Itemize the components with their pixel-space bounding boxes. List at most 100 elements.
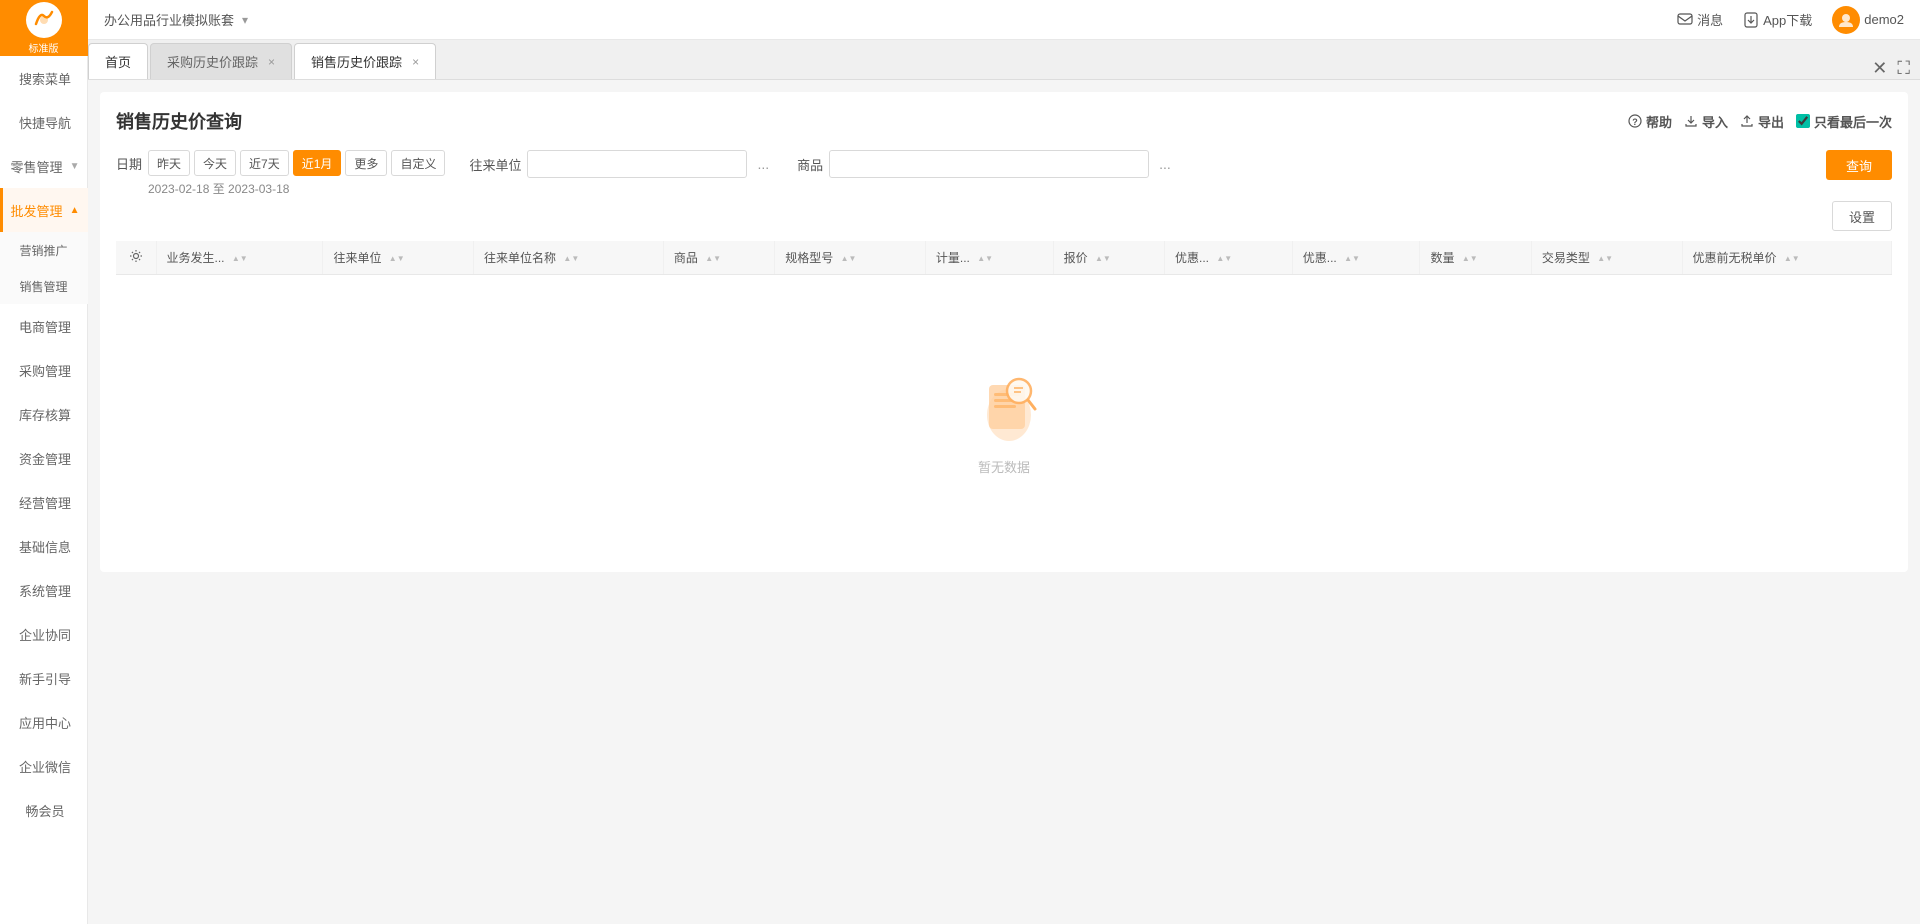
sidebar-item-label: 搜索菜单 bbox=[19, 69, 71, 88]
th-discount1[interactable]: 优惠... ▲▼ bbox=[1165, 241, 1293, 275]
sidebar-item-system[interactable]: 系统管理 bbox=[0, 568, 88, 612]
th-quantity[interactable]: 数量 ▲▼ bbox=[1420, 241, 1531, 275]
tab-sales-close[interactable]: × bbox=[412, 55, 419, 69]
th-product[interactable]: 商品 ▲▼ bbox=[663, 241, 774, 275]
th-counterpart-name[interactable]: 往来单位名称 ▲▼ bbox=[474, 241, 664, 275]
date-btn-7days[interactable]: 近7天 bbox=[240, 150, 289, 176]
tab-home[interactable]: 首页 bbox=[88, 43, 148, 79]
sidebar-item-finance[interactable]: 资金管理 bbox=[0, 436, 88, 480]
th-unit[interactable]: 计量... ▲▼ bbox=[925, 241, 1053, 275]
date-btn-custom[interactable]: 自定义 bbox=[391, 150, 445, 176]
sidebar-item-label: 采购管理 bbox=[19, 361, 71, 380]
sidebar-logo-text: 标准版 bbox=[29, 40, 59, 55]
sidebar-item-label: 畅会员 bbox=[25, 801, 64, 820]
message-icon bbox=[1677, 12, 1693, 28]
topbar-left: 办公用品行业模拟账套 ▾ bbox=[104, 10, 248, 29]
sidebar-item-retail[interactable]: 零售管理 ▼ bbox=[0, 144, 88, 188]
date-btn-today[interactable]: 今天 bbox=[194, 150, 236, 176]
import-button[interactable]: 导入 bbox=[1684, 112, 1728, 131]
help-button[interactable]: ? 帮助 bbox=[1628, 112, 1672, 131]
sidebar-item-search[interactable]: 搜索菜单 bbox=[0, 56, 88, 100]
main-area: 办公用品行业模拟账套 ▾ 消息 App下载 demo2 首页 bbox=[88, 0, 1920, 924]
topbar: 办公用品行业模拟账套 ▾ 消息 App下载 demo2 bbox=[88, 0, 1920, 40]
sidebar-item-label: 企业协同 bbox=[19, 625, 71, 644]
sort-icon: ▲▼ bbox=[705, 255, 721, 263]
only-last-checkbox-label[interactable]: 只看最后一次 bbox=[1796, 112, 1892, 131]
user-avatar-button[interactable]: demo2 bbox=[1832, 6, 1904, 34]
counterpart-more-btn[interactable]: ... bbox=[753, 156, 773, 172]
sidebar-item-wholesale[interactable]: 批发管理 ▲ bbox=[0, 188, 88, 232]
topbar-title: 办公用品行业模拟账套 bbox=[104, 10, 234, 29]
sidebar-item-operations[interactable]: 经营管理 bbox=[0, 480, 88, 524]
th-spec[interactable]: 规格型号 ▲▼ bbox=[775, 241, 926, 275]
settings-button[interactable]: 设置 bbox=[1832, 201, 1892, 231]
th-counterpart-code[interactable]: 往来单位 ▲▼ bbox=[323, 241, 474, 275]
page-title: 销售历史价查询 bbox=[116, 108, 242, 134]
tab-sales-label: 销售历史价跟踪 bbox=[311, 52, 402, 71]
sidebar-logo[interactable]: 标准版 bbox=[0, 0, 88, 56]
sidebar-item-label: 基础信息 bbox=[19, 537, 71, 556]
product-more-btn[interactable]: ... bbox=[1155, 156, 1175, 172]
product-input[interactable] bbox=[829, 150, 1149, 178]
data-table: 业务发生... ▲▼ 往来单位 ▲▼ 往来单位名称 ▲▼ bbox=[116, 241, 1892, 275]
import-icon bbox=[1684, 114, 1698, 128]
query-button[interactable]: 查询 bbox=[1826, 150, 1892, 180]
tab-purchase-close[interactable]: × bbox=[268, 55, 275, 69]
sidebar-item-newcomer[interactable]: 新手引导 bbox=[0, 656, 88, 700]
topbar-dropdown-icon[interactable]: ▾ bbox=[242, 13, 248, 27]
sort-icon: ▲▼ bbox=[1095, 255, 1111, 263]
th-discount2[interactable]: 优惠... ▲▼ bbox=[1292, 241, 1420, 275]
date-filter: 日期 昨天 今天 近7天 近1月 更多 自定义 2023-02-18 至 202… bbox=[116, 150, 445, 197]
page-title-actions: ? 帮助 导入 导出 只看最后一次 bbox=[1628, 112, 1892, 131]
sidebar-item-ecommerce[interactable]: 电商管理 bbox=[0, 304, 88, 348]
app-download-button[interactable]: App下载 bbox=[1743, 10, 1812, 29]
only-last-checkbox[interactable] bbox=[1796, 114, 1810, 128]
th-trade-type[interactable]: 交易类型 ▲▼ bbox=[1531, 241, 1682, 275]
filter-actions: 查询 bbox=[1826, 150, 1892, 180]
date-btn-1month[interactable]: 近1月 bbox=[293, 150, 342, 176]
sort-icon: ▲▼ bbox=[389, 255, 405, 263]
svg-text:?: ? bbox=[1632, 117, 1638, 127]
th-biz-date[interactable]: 业务发生... ▲▼ bbox=[156, 241, 323, 275]
sidebar-item-label: 电商管理 bbox=[19, 317, 71, 336]
th-pretax-price[interactable]: 优惠前无税单价 ▲▼ bbox=[1682, 241, 1892, 275]
sidebar-item-sales-mgmt[interactable]: 销售管理 bbox=[0, 268, 88, 304]
date-btn-yesterday[interactable]: 昨天 bbox=[148, 150, 190, 176]
date-range-display: 2023-02-18 至 2023-03-18 bbox=[148, 180, 445, 197]
sidebar-item-wechat[interactable]: 企业微信 bbox=[0, 744, 88, 788]
date-label: 日期 bbox=[116, 154, 142, 173]
th-quote[interactable]: 报价 ▲▼ bbox=[1053, 241, 1164, 275]
close-tab-icon[interactable]: ✕ bbox=[1872, 58, 1887, 79]
th-gear[interactable] bbox=[116, 241, 156, 275]
sort-icon: ▲▼ bbox=[232, 255, 248, 263]
sort-icon: ▲▼ bbox=[1344, 255, 1360, 263]
sort-icon: ▲▼ bbox=[977, 255, 993, 263]
sidebar-item-inventory[interactable]: 库存核算 bbox=[0, 392, 88, 436]
sidebar-item-label: 企业微信 bbox=[19, 757, 71, 776]
sort-icon: ▲▼ bbox=[563, 255, 579, 263]
sort-icon: ▲▼ bbox=[1462, 255, 1478, 263]
date-btn-more[interactable]: 更多 bbox=[345, 150, 387, 176]
tab-purchase-history[interactable]: 采购历史价跟踪 × bbox=[150, 43, 292, 79]
sidebar-item-label: 批发管理 bbox=[11, 201, 63, 220]
topbar-right: 消息 App下载 demo2 bbox=[1677, 6, 1904, 34]
counterpart-input[interactable] bbox=[527, 150, 747, 178]
content-area: 销售历史价查询 ? 帮助 导入 导出 bbox=[88, 80, 1920, 924]
export-button[interactable]: 导出 bbox=[1740, 112, 1784, 131]
sidebar-item-base-info[interactable]: 基础信息 bbox=[0, 524, 88, 568]
sidebar-item-marketing[interactable]: 营销推广 bbox=[0, 232, 88, 268]
sidebar-item-label: 新手引导 bbox=[19, 669, 71, 688]
tab-home-label: 首页 bbox=[105, 52, 131, 71]
sidebar-item-vip[interactable]: 畅会员 bbox=[0, 788, 88, 832]
sidebar-item-app-center[interactable]: 应用中心 bbox=[0, 700, 88, 744]
tab-purchase-label: 采购历史价跟踪 bbox=[167, 52, 258, 71]
message-button[interactable]: 消息 bbox=[1677, 10, 1723, 29]
counterpart-filter: 往来单位 ... bbox=[469, 150, 773, 178]
maximize-tab-icon[interactable]: ⛶ bbox=[1897, 58, 1910, 79]
empty-illustration bbox=[959, 355, 1049, 445]
tab-sales-history[interactable]: 销售历史价跟踪 × bbox=[294, 43, 436, 79]
sidebar-item-shortcut[interactable]: 快捷导航 bbox=[0, 100, 88, 144]
empty-state: 暂无数据 bbox=[116, 275, 1892, 556]
sidebar-item-enterprise[interactable]: 企业协同 bbox=[0, 612, 88, 656]
sidebar-item-purchase[interactable]: 采购管理 bbox=[0, 348, 88, 392]
